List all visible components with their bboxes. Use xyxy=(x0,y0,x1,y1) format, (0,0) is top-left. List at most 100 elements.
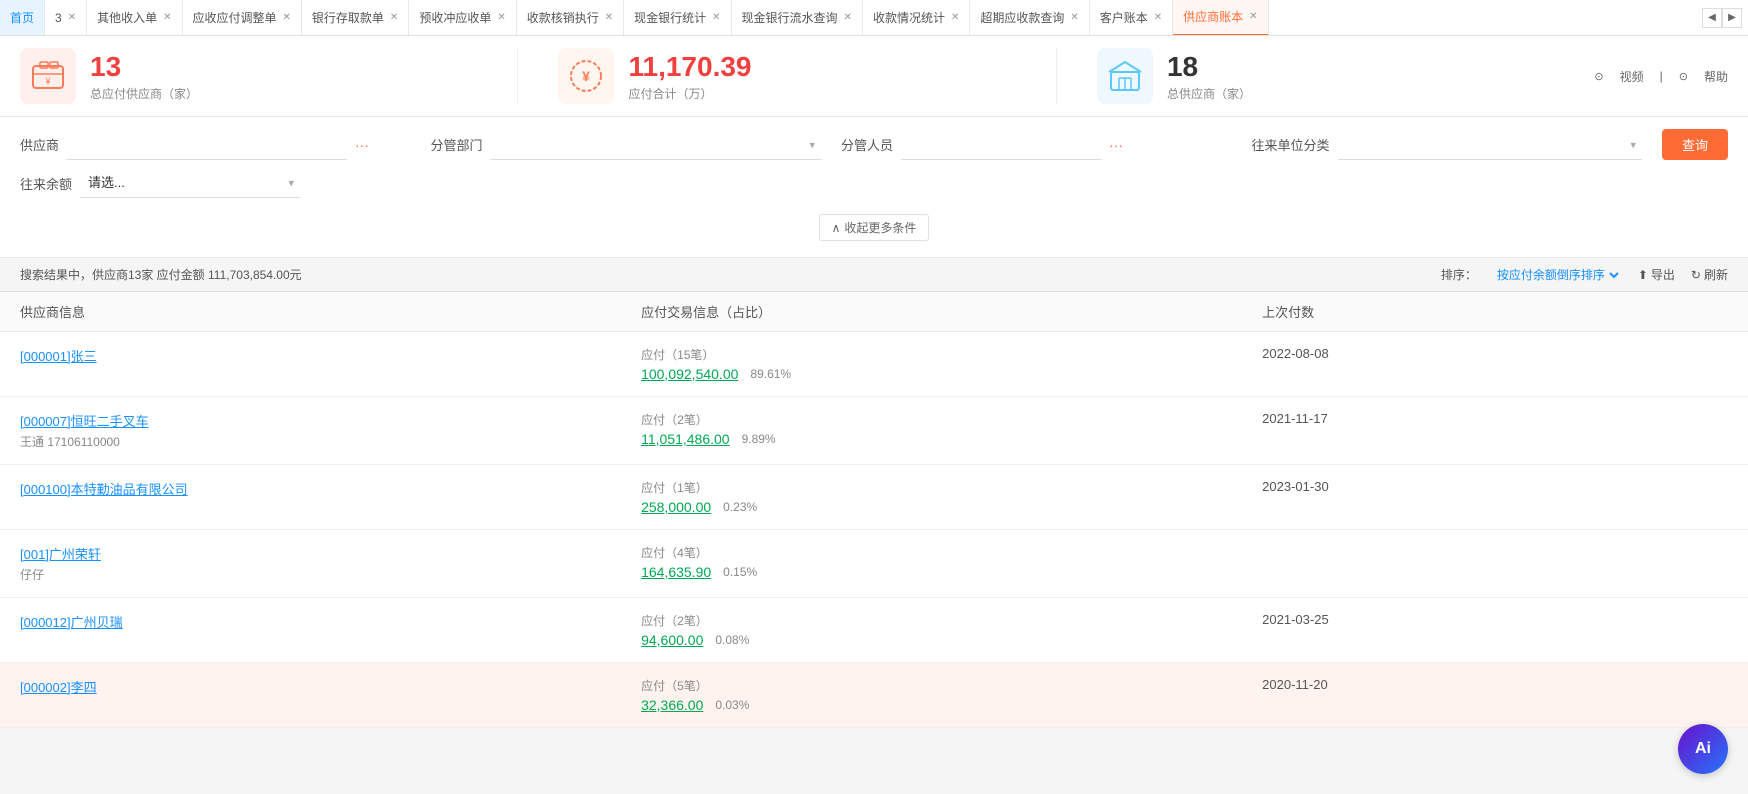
table-row: [000002]李四 应付（5笔） 32,366.00 0.03% 2020-1… xyxy=(0,663,1748,728)
nav-label-ap-adjust: 应收应付调整单 xyxy=(193,9,277,26)
table-row: [000100]本特勤油品有限公司 应付（1笔） 258,000.00 0.23… xyxy=(0,465,1748,530)
transaction-info-0: 应付（15笔） 100,092,540.00 89.61% xyxy=(641,346,1262,382)
nav-item-prepay[interactable]: 预收冲应收单 ✕ xyxy=(409,0,516,36)
export-label: 导出 xyxy=(1651,266,1675,283)
close-icon-ap-adjust[interactable]: ✕ xyxy=(283,13,291,23)
nav-bar: 首页 3 ✕ 其他收入单 ✕ 应收应付调整单 ✕ 银行存取款单 ✕ 预收冲应收单… xyxy=(0,0,1748,36)
summary-payable-suppliers-content: 13 总应付供应商（家） xyxy=(90,50,198,103)
tx-amount-5[interactable]: 32,366.00 xyxy=(641,697,703,713)
supplier-filter-label: 供应商 xyxy=(20,135,59,154)
person-dots-icon[interactable]: ··· xyxy=(1109,137,1123,153)
supplier-sub-1: 王通 17106110000 xyxy=(20,433,641,450)
sort-label: 排序： xyxy=(1441,266,1477,283)
nav-item-tab1[interactable]: 3 ✕ xyxy=(45,0,87,36)
filter-row-1: 供应商 ··· 分管部门 分管人员 ··· 往来单位分类 xyxy=(20,129,1728,160)
tx-percent-4: 0.08% xyxy=(715,633,749,647)
nav-label-other-income: 其他收入单 xyxy=(97,9,157,26)
nav-item-cash-bank-flow[interactable]: 现金银行流水查询 ✕ xyxy=(732,0,863,36)
filter-supplier: 供应商 ··· xyxy=(20,130,411,160)
supplier-link-0[interactable]: [000001]张三 xyxy=(20,346,641,365)
table-row: [001]广州荣轩 仔仔 应付（4笔） 164,635.90 0.15% xyxy=(0,530,1748,598)
tx-percent-1: 9.89% xyxy=(742,432,776,446)
tx-label-4: 应付（2笔） xyxy=(641,612,1262,629)
nav-item-cash-bank-stat[interactable]: 现金银行统计 ✕ xyxy=(624,0,731,36)
supplier-link-2[interactable]: [000100]本特勤油品有限公司 xyxy=(20,479,641,498)
nav-item-home-label: 首页 xyxy=(10,9,34,26)
nav-label-tab1: 3 xyxy=(55,11,62,25)
supplier-link-4[interactable]: [000012]广州贝瑞 xyxy=(20,612,641,631)
transaction-info-5: 应付（5笔） 32,366.00 0.03% xyxy=(641,677,1262,713)
tx-percent-0: 89.61% xyxy=(750,367,791,381)
close-icon-receipt-stat[interactable]: ✕ xyxy=(951,13,959,23)
tx-row-2: 258,000.00 0.23% xyxy=(641,499,1262,515)
balance-select-wrap: 请选... xyxy=(80,168,300,198)
close-icon-overdue-query[interactable]: ✕ xyxy=(1070,13,1078,23)
export-button[interactable]: ⬆ 导出 xyxy=(1638,266,1675,283)
results-actions: 排序： 按应付余额倒序排序 ⬆ 导出 ↻ 刷新 xyxy=(1441,266,1728,283)
close-icon-tab1[interactable]: ✕ xyxy=(68,13,76,23)
transaction-info-1: 应付（2笔） 11,051,486.00 9.89% xyxy=(641,411,1262,447)
nav-item-bank-deposit[interactable]: 银行存取款单 ✕ xyxy=(302,0,409,36)
close-icon-receipt-exec[interactable]: ✕ xyxy=(605,13,613,23)
person-input[interactable] xyxy=(901,130,1101,160)
dept-select[interactable] xyxy=(491,130,821,160)
nav-arrow-right[interactable]: ▶ xyxy=(1722,8,1742,28)
supplier-dots-icon[interactable]: ··· xyxy=(355,137,369,153)
tx-amount-3[interactable]: 164,635.90 xyxy=(641,564,711,580)
table-row: [000001]张三 应付（15笔） 100,092,540.00 89.61%… xyxy=(0,332,1748,397)
tx-amount-0[interactable]: 100,092,540.00 xyxy=(641,366,738,382)
store-icon xyxy=(1097,48,1153,104)
query-button[interactable]: 查询 xyxy=(1662,129,1728,160)
collapse-section: ∧ 收起更多条件 xyxy=(20,206,1728,249)
close-icon-supplier-account[interactable]: ✕ xyxy=(1249,12,1257,22)
supplier-link-3[interactable]: [001]广州荣轩 xyxy=(20,544,641,563)
balance-filter-label: 往来余额 xyxy=(20,174,72,193)
filter-person: 分管人员 ··· xyxy=(841,130,1232,160)
supplier-sub-3: 仔仔 xyxy=(20,566,641,583)
sort-select[interactable]: 按应付余额倒序排序 xyxy=(1493,267,1622,283)
last-pay-5: 2020-11-20 xyxy=(1262,677,1728,692)
supplier-info-0: [000001]张三 xyxy=(20,346,641,365)
video-link[interactable]: 视频 xyxy=(1620,68,1644,85)
nav-arrows: ◀ ▶ xyxy=(1696,8,1748,28)
supplier-info-2: [000100]本特勤油品有限公司 xyxy=(20,479,641,498)
refresh-button[interactable]: ↻ 刷新 xyxy=(1691,266,1728,283)
nav-label-overdue-query: 超期应收款查询 xyxy=(980,9,1064,26)
tx-amount-2[interactable]: 258,000.00 xyxy=(641,499,711,515)
tx-row-4: 94,600.00 0.08% xyxy=(641,632,1262,648)
nav-item-supplier-account[interactable]: 供应商账本 ✕ xyxy=(1173,0,1268,36)
collapse-label: 收起更多条件 xyxy=(844,219,916,236)
ai-assistant-button[interactable]: Ai xyxy=(1678,724,1728,774)
nav-item-home[interactable]: 首页 xyxy=(0,0,45,36)
table-header: 供应商信息 应付交易信息（占比） 上次付数 xyxy=(0,292,1748,332)
help-link[interactable]: 帮助 xyxy=(1704,68,1728,85)
person-filter-label: 分管人员 xyxy=(841,135,893,154)
ai-icon: Ai xyxy=(1695,740,1711,758)
nav-item-overdue-query[interactable]: 超期应收款查询 ✕ xyxy=(970,0,1089,36)
nav-arrow-left[interactable]: ◀ xyxy=(1702,8,1722,28)
tx-amount-4[interactable]: 94,600.00 xyxy=(641,632,703,648)
nav-item-receipt-stat[interactable]: 收款情况统计 ✕ xyxy=(863,0,970,36)
balance-select[interactable]: 请选... xyxy=(80,168,300,198)
close-icon-cash-bank-flow[interactable]: ✕ xyxy=(844,13,852,23)
supplier-link-5[interactable]: [000002]李四 xyxy=(20,677,641,696)
tx-amount-1[interactable]: 11,051,486.00 xyxy=(641,431,730,447)
close-icon-other-income[interactable]: ✕ xyxy=(163,13,171,23)
nav-item-receipt-exec[interactable]: 收款核销执行 ✕ xyxy=(517,0,624,36)
summary-total-suppliers-content: 18 总供应商（家） xyxy=(1167,50,1251,103)
nav-item-ap-adjust[interactable]: 应收应付调整单 ✕ xyxy=(183,0,302,36)
close-icon-bank-deposit[interactable]: ✕ xyxy=(390,13,398,23)
filter-section: 供应商 ··· 分管部门 分管人员 ··· 往来单位分类 xyxy=(0,117,1748,258)
nav-item-other-income[interactable]: 其他收入单 ✕ xyxy=(87,0,182,36)
supplier-input[interactable] xyxy=(67,130,347,160)
close-icon-cash-bank-stat[interactable]: ✕ xyxy=(712,13,720,23)
category-select[interactable] xyxy=(1338,130,1642,160)
close-icon-prepay[interactable]: ✕ xyxy=(497,13,505,23)
summary-bar: ¥ 13 总应付供应商（家） ¥ 11,170.39 应付合计（万） xyxy=(0,36,1748,117)
nav-label-bank-deposit: 银行存取款单 xyxy=(312,9,384,26)
nav-item-customer-account[interactable]: 客户账本 ✕ xyxy=(1090,0,1173,36)
close-icon-customer-account[interactable]: ✕ xyxy=(1154,13,1162,23)
supplier-info-5: [000002]李四 xyxy=(20,677,641,696)
supplier-link-1[interactable]: [000007]恒旺二手叉车 xyxy=(20,411,641,430)
collapse-button[interactable]: ∧ 收起更多条件 xyxy=(819,214,930,241)
